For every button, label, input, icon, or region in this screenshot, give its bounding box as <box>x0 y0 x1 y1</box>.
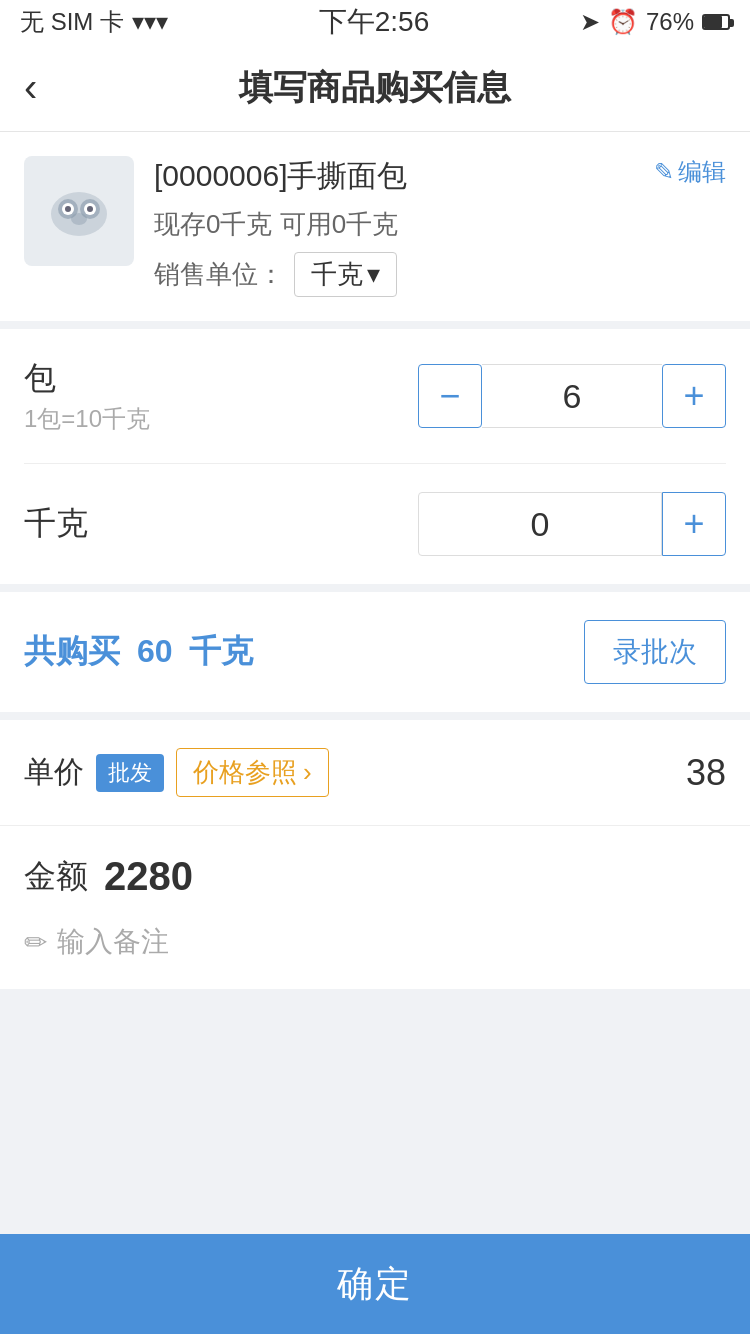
price-ref-arrow: › <box>303 757 312 788</box>
alarm-icon: ⏰ <box>608 8 638 36</box>
price-tag-pifa: 批发 <box>96 754 164 792</box>
sim-label: 无 SIM 卡 <box>20 6 124 38</box>
batch-button[interactable]: 录批次 <box>584 620 726 684</box>
amount-value: 2280 <box>104 854 193 899</box>
status-bar: 无 SIM 卡 ▾▾▾ 下午2:56 ➤ ⏰ 76% <box>0 0 750 44</box>
summary-text: 共购买 60 千克 <box>24 630 253 674</box>
product-info: [0000006]手撕面包 ✎ 编辑 现存0千克 可用0千克 销售单位： 千克 … <box>154 156 726 297</box>
quantity-conversion-bag: 1包=10千克 <box>24 403 418 435</box>
note-icon: ✏ <box>24 926 47 959</box>
page-title: 填写商品购买信息 <box>239 65 511 111</box>
edit-label: 编辑 <box>678 156 726 188</box>
battery-level: 76% <box>646 8 694 36</box>
nav-bar: ‹ 填写商品购买信息 <box>0 44 750 132</box>
quantity-control-kg: + <box>418 492 726 556</box>
plus-button-bag[interactable]: + <box>662 364 726 428</box>
quantity-unit-bag: 包 <box>24 357 418 401</box>
quantity-input-kg[interactable] <box>418 492 662 556</box>
product-thumbnail <box>24 156 134 266</box>
back-button[interactable]: ‹ <box>24 65 37 110</box>
quantity-unit-kg: 千克 <box>24 502 418 546</box>
amount-section: 金额 2280 ✏ 输入备注 <box>0 826 750 989</box>
content-area <box>0 989 750 1269</box>
price-label: 单价 <box>24 752 84 793</box>
owl-logo <box>44 184 114 239</box>
unit-select[interactable]: 千克 ▾ <box>294 252 397 297</box>
product-header: [0000006]手撕面包 ✎ 编辑 <box>154 156 726 197</box>
svg-point-5 <box>65 206 71 212</box>
svg-point-6 <box>87 206 93 212</box>
battery-icon <box>702 14 730 30</box>
price-value: 38 <box>686 752 726 794</box>
price-section: 单价 批发 价格参照 › 38 <box>0 720 750 826</box>
amount-row: 金额 2280 <box>24 854 726 899</box>
quantity-row-bag: 包 1包=10千克 − + <box>24 329 726 464</box>
product-name: [0000006]手撕面包 <box>154 156 654 197</box>
status-left: 无 SIM 卡 ▾▾▾ <box>20 6 168 38</box>
quantity-label-bag: 包 1包=10千克 <box>24 357 418 435</box>
summary-section: 共购买 60 千克 录批次 <box>0 592 750 720</box>
edit-button[interactable]: ✎ 编辑 <box>654 156 726 188</box>
price-ref-label: 价格参照 <box>193 755 297 790</box>
unit-row: 销售单位： 千克 ▾ <box>154 252 726 297</box>
dropdown-icon: ▾ <box>367 259 380 290</box>
quantity-control-bag: − + <box>418 364 726 428</box>
edit-icon: ✎ <box>654 158 674 186</box>
plus-button-kg[interactable]: + <box>662 492 726 556</box>
wifi-icon: ▾▾▾ <box>132 8 168 36</box>
note-placeholder: 输入备注 <box>57 923 169 961</box>
note-row[interactable]: ✏ 输入备注 <box>24 899 726 989</box>
summary-unit: 千克 <box>189 633 253 669</box>
summary-prefix: 共购买 <box>24 633 120 669</box>
quantity-section: 包 1包=10千克 − + 千克 + <box>0 329 750 592</box>
product-section: [0000006]手撕面包 ✎ 编辑 现存0千克 可用0千克 销售单位： 千克 … <box>0 132 750 329</box>
svg-point-7 <box>71 213 87 225</box>
location-icon: ➤ <box>580 8 600 36</box>
price-ref-button[interactable]: 价格参照 › <box>176 748 329 797</box>
unit-label: 销售单位： <box>154 257 284 292</box>
quantity-label-kg: 千克 <box>24 502 418 546</box>
minus-button-bag[interactable]: − <box>418 364 482 428</box>
product-stock: 现存0千克 可用0千克 <box>154 207 726 242</box>
quantity-input-bag[interactable] <box>482 364 662 428</box>
status-time: 下午2:56 <box>319 3 430 41</box>
unit-value: 千克 <box>311 257 363 292</box>
summary-amount: 60 <box>137 633 173 669</box>
amount-label: 金额 <box>24 855 88 899</box>
status-right: ➤ ⏰ 76% <box>580 8 730 36</box>
quantity-row-kg: 千克 + <box>24 464 726 584</box>
confirm-button[interactable]: 确定 <box>0 1234 750 1334</box>
